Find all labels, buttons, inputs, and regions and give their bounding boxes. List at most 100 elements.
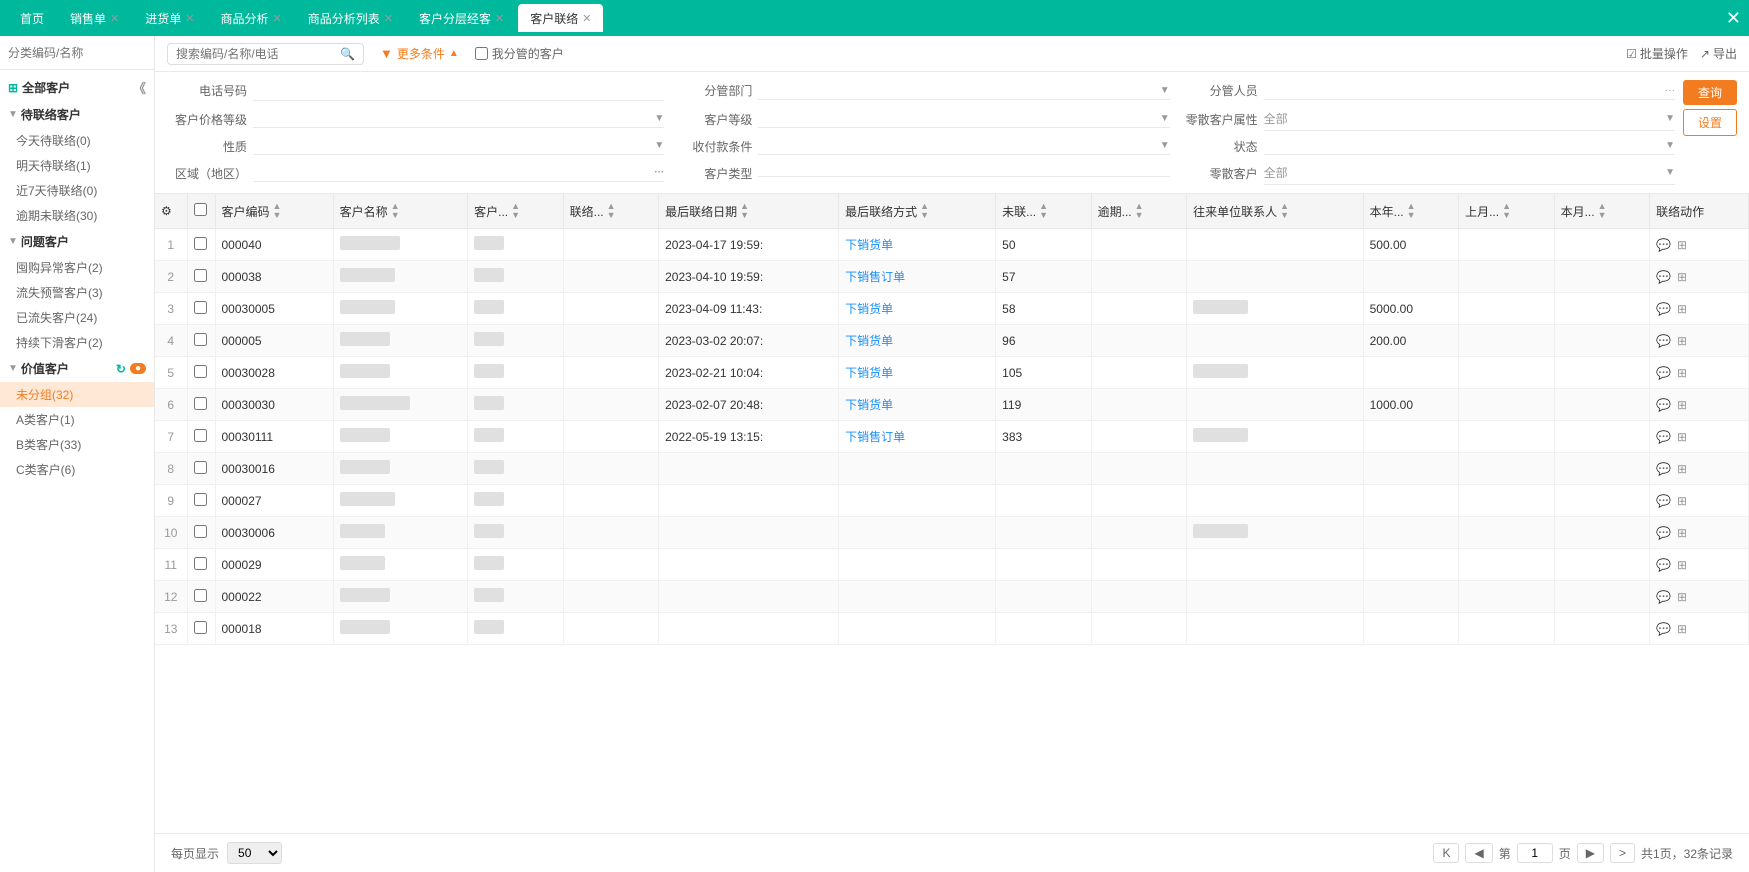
tab-customer-contact[interactable]: 客户联络 ✕ bbox=[518, 4, 603, 32]
row-checkbox[interactable] bbox=[194, 429, 207, 442]
row-checkbox[interactable] bbox=[194, 557, 207, 570]
grid-action-icon[interactable]: ⊞ bbox=[1677, 270, 1687, 284]
export-button[interactable]: ↗ 导出 bbox=[1700, 45, 1737, 62]
query-button[interactable]: 查询 bbox=[1683, 80, 1737, 105]
last-method-link[interactable]: 下销货单 bbox=[845, 302, 893, 316]
page-size-select[interactable]: 50 100 bbox=[227, 842, 282, 864]
sidebar-item-churn-warning[interactable]: 流失预警客户(3) bbox=[0, 280, 154, 305]
sidebar-search-input[interactable] bbox=[8, 46, 155, 60]
row-checkbox[interactable] bbox=[194, 237, 207, 250]
retail-customer-select[interactable]: 全部 ▼ bbox=[1264, 161, 1675, 185]
message-icon[interactable]: 💬 bbox=[1656, 366, 1671, 380]
close-purchase-tab-icon[interactable]: ✕ bbox=[185, 12, 194, 25]
batch-operation-button[interactable]: ☑ 批量操作 bbox=[1626, 45, 1688, 62]
select-all-checkbox[interactable] bbox=[194, 203, 207, 216]
dept-select[interactable]: ▼ bbox=[758, 82, 1169, 100]
last-page-button[interactable]: > bbox=[1610, 843, 1635, 863]
grid-action-icon[interactable]: ⊞ bbox=[1677, 302, 1687, 316]
message-icon[interactable]: 💬 bbox=[1656, 334, 1671, 348]
row-checkbox[interactable] bbox=[194, 621, 207, 634]
sort-uncontacted-icon[interactable]: ▲▼ bbox=[1039, 202, 1048, 220]
tab-sales[interactable]: 销售单 ✕ bbox=[58, 4, 131, 32]
nature-select[interactable]: ▼ bbox=[253, 137, 664, 155]
sidebar-item-churned[interactable]: 已流失客户(24) bbox=[0, 305, 154, 330]
phone-input[interactable] bbox=[253, 80, 664, 101]
row-checkbox[interactable] bbox=[194, 589, 207, 602]
row-checkbox[interactable] bbox=[194, 525, 207, 538]
sidebar-item-class-a[interactable]: A类客户(1) bbox=[0, 407, 154, 432]
row-checkbox[interactable] bbox=[194, 333, 207, 346]
next-page-button[interactable]: ▶ bbox=[1577, 843, 1604, 863]
message-icon[interactable]: 💬 bbox=[1656, 270, 1671, 284]
message-icon[interactable]: 💬 bbox=[1656, 526, 1671, 540]
sort-year-icon[interactable]: ▲▼ bbox=[1407, 202, 1416, 220]
sidebar-item-ungrouped[interactable]: 未分组(32) bbox=[0, 382, 154, 407]
close-customer-contact-tab-icon[interactable]: ✕ bbox=[582, 12, 591, 25]
row-checkbox[interactable] bbox=[194, 301, 207, 314]
last-method-link[interactable]: 下销货单 bbox=[845, 334, 893, 348]
retail-attr-select[interactable]: 全部 ▼ bbox=[1264, 107, 1675, 131]
sort-contact-icon[interactable]: ▲▼ bbox=[607, 202, 616, 220]
reset-button[interactable]: 设置 bbox=[1683, 109, 1737, 136]
last-method-link[interactable]: 下销售订单 bbox=[845, 270, 905, 284]
last-method-link[interactable]: 下销货单 bbox=[845, 398, 893, 412]
first-page-button[interactable]: K bbox=[1433, 843, 1459, 863]
row-checkbox[interactable] bbox=[194, 397, 207, 410]
close-product-analysis-list-tab-icon[interactable]: ✕ bbox=[384, 12, 393, 25]
close-product-analysis-tab-icon[interactable]: ✕ bbox=[273, 12, 282, 25]
sort-date-icon[interactable]: ▲▼ bbox=[740, 202, 749, 220]
search-input[interactable] bbox=[176, 47, 336, 61]
row-checkbox[interactable] bbox=[194, 365, 207, 378]
message-icon[interactable]: 💬 bbox=[1656, 494, 1671, 508]
grid-action-icon[interactable]: ⊞ bbox=[1677, 622, 1687, 636]
sidebar-collapse-button[interactable]: 《 bbox=[133, 78, 146, 97]
tab-product-analysis[interactable]: 商品分析 ✕ bbox=[208, 4, 293, 32]
grid-action-icon[interactable]: ⊞ bbox=[1677, 558, 1687, 572]
last-method-link[interactable]: 下销售订单 bbox=[845, 430, 905, 444]
close-all-tabs-button[interactable]: ✕ bbox=[1726, 8, 1741, 29]
sidebar-item-class-b[interactable]: B类客户(33) bbox=[0, 432, 154, 457]
tab-home[interactable]: 首页 bbox=[8, 4, 56, 32]
sort-overdue-icon[interactable]: ▲▼ bbox=[1135, 202, 1144, 220]
status-select[interactable]: ▼ bbox=[1264, 137, 1675, 155]
message-icon[interactable]: 💬 bbox=[1656, 238, 1671, 252]
sidebar-item-class-c[interactable]: C类客户(6) bbox=[0, 457, 154, 482]
customer-type-select[interactable] bbox=[758, 170, 1169, 177]
sidebar-all-customers[interactable]: ⊞ 全部客户 《 bbox=[0, 70, 154, 101]
settings-icon[interactable]: ⚙ bbox=[161, 204, 172, 218]
grid-action-icon[interactable]: ⊞ bbox=[1677, 526, 1687, 540]
sort-name-icon[interactable]: ▲▼ bbox=[391, 202, 400, 220]
grid-action-icon[interactable]: ⊞ bbox=[1677, 238, 1687, 252]
customer-grade-select[interactable]: ▼ bbox=[758, 110, 1169, 128]
sidebar-group-value[interactable]: ▼ 价值客户 ↻ ● bbox=[0, 355, 154, 382]
message-icon[interactable]: 💬 bbox=[1656, 302, 1671, 316]
message-icon[interactable]: 💬 bbox=[1656, 622, 1671, 636]
sidebar-item-hoarding-abnormal[interactable]: 囤购异常客户(2) bbox=[0, 255, 154, 280]
message-icon[interactable]: 💬 bbox=[1656, 590, 1671, 604]
sidebar-item-declining[interactable]: 持续下滑客户(2) bbox=[0, 330, 154, 355]
message-icon[interactable]: 💬 bbox=[1656, 430, 1671, 444]
sidebar-item-tomorrow-pending[interactable]: 明天待联络(1) bbox=[0, 153, 154, 178]
close-customer-segment-tab-icon[interactable]: ✕ bbox=[495, 12, 504, 25]
price-grade-select[interactable]: ▼ bbox=[253, 110, 664, 128]
grid-action-icon[interactable]: ⊞ bbox=[1677, 590, 1687, 604]
current-page-input[interactable] bbox=[1517, 843, 1553, 863]
grid-action-icon[interactable]: ⊞ bbox=[1677, 462, 1687, 476]
message-icon[interactable]: 💬 bbox=[1656, 462, 1671, 476]
sort-method-icon[interactable]: ▲▼ bbox=[920, 202, 929, 220]
sidebar-item-overdue-contact[interactable]: 逾期未联络(30) bbox=[0, 203, 154, 228]
row-checkbox[interactable] bbox=[194, 493, 207, 506]
my-customers-checkbox[interactable] bbox=[475, 47, 488, 60]
more-filters-button[interactable]: ▼ 更多条件 ▲ bbox=[372, 42, 467, 65]
manager-select[interactable]: ··· bbox=[1264, 82, 1675, 100]
toolbar-search-icon[interactable]: 🔍 bbox=[340, 47, 355, 61]
grid-action-icon[interactable]: ⊞ bbox=[1677, 430, 1687, 444]
sidebar-item-7days-pending[interactable]: 近7天待联络(0) bbox=[0, 178, 154, 203]
refresh-icon[interactable]: ↻ bbox=[116, 362, 126, 376]
sidebar-group-problem[interactable]: ▼ 问题客户 bbox=[0, 228, 154, 255]
grid-action-icon[interactable]: ⊞ bbox=[1677, 334, 1687, 348]
row-checkbox[interactable] bbox=[194, 461, 207, 474]
tab-purchase[interactable]: 进货单 ✕ bbox=[133, 4, 206, 32]
close-sales-tab-icon[interactable]: ✕ bbox=[110, 12, 119, 25]
last-method-link[interactable]: 下销货单 bbox=[845, 238, 893, 252]
